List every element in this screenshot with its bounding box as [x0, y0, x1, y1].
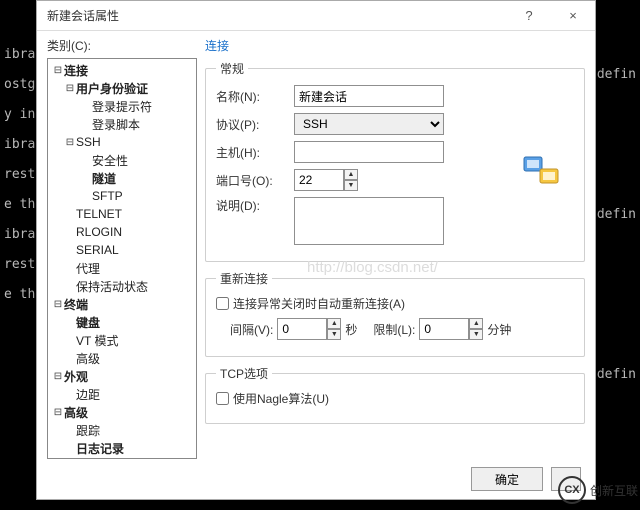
connection-icon [522, 155, 562, 187]
tree-item-label: 文件传输 [64, 458, 112, 460]
tree-twisty-icon[interactable]: ⊟ [52, 371, 64, 382]
connection-panel: 连接 常规 名称(N): 协议(P): SSH 主机(H): [205, 37, 585, 459]
nagle-label: 使用Nagle算法(U) [233, 390, 329, 407]
tree-item-label: VT 模式 [76, 332, 118, 349]
tree-item-label: TELNET [76, 207, 122, 221]
port-up-icon[interactable]: ▲ [344, 169, 358, 180]
tree-item-label: 安全性 [92, 152, 128, 169]
host-label: 主机(H): [216, 144, 294, 161]
interval-input[interactable] [277, 318, 327, 340]
tree-item-label: 登录脚本 [92, 116, 140, 133]
desc-label: 说明(D): [216, 197, 294, 214]
protocol-label: 协议(P): [216, 116, 294, 133]
tree-item[interactable]: ⊟用户身份验证 [48, 79, 196, 97]
tree-item-label: 终端 [64, 296, 88, 313]
tree-item[interactable]: ⊟高级 [48, 403, 196, 421]
tree-item[interactable]: 登录脚本 [48, 115, 196, 133]
session-properties-dialog: 新建会话属性 ? × 类别(C): ⊟连接⊟用户身份验证登录提示符登录脚本⊟SS… [36, 0, 596, 500]
general-group: 常规 名称(N): 协议(P): SSH 主机(H): 端口号(O): [205, 60, 585, 262]
tree-item[interactable]: 代理 [48, 259, 196, 277]
tree-twisty-icon[interactable]: ⊟ [64, 83, 76, 94]
brand-mark-icon: CX [558, 476, 586, 504]
tree-item[interactable]: 安全性 [48, 151, 196, 169]
tree-item-label: 代理 [76, 260, 100, 277]
tree-item[interactable]: ⊟文件传输 [48, 457, 196, 459]
auto-reconnect-label: 连接异常关闭时自动重新连接(A) [233, 295, 405, 312]
tree-item[interactable]: ⊟终端 [48, 295, 196, 313]
dialog-title: 新建会话属性 [47, 7, 507, 24]
tree-item-label: 跟踪 [76, 422, 100, 439]
tree-item[interactable]: ⊟SSH [48, 133, 196, 151]
tree-item[interactable]: 隧道 [48, 169, 196, 187]
session-name-input[interactable] [294, 85, 444, 107]
tree-item[interactable]: ⊟连接 [48, 61, 196, 79]
tree-item[interactable]: 登录提示符 [48, 97, 196, 115]
host-input[interactable] [294, 141, 444, 163]
tree-item-label: SSH [76, 135, 101, 149]
auto-reconnect-checkbox[interactable] [216, 297, 229, 310]
tree-item-label: 隧道 [92, 170, 116, 187]
brand-logo: CX 创新互联 [558, 476, 638, 504]
tree-item[interactable]: TELNET [48, 205, 196, 223]
tree-item-label: SERIAL [76, 243, 119, 257]
general-legend: 常规 [216, 60, 248, 77]
description-input[interactable] [294, 197, 444, 245]
tree-item-label: RLOGIN [76, 225, 122, 239]
tree-item-label: 日志记录 [76, 440, 124, 457]
tcp-group: TCP选项 使用Nagle算法(U) [205, 365, 585, 424]
tree-twisty-icon[interactable]: ⊟ [52, 407, 64, 418]
tree-item[interactable]: 保持活动状态 [48, 277, 196, 295]
port-input[interactable] [294, 169, 344, 191]
name-label: 名称(N): [216, 88, 294, 105]
panel-title: 连接 [205, 37, 585, 54]
tree-item-label: 高级 [76, 350, 100, 367]
close-button[interactable]: × [551, 1, 595, 31]
tree-item[interactable]: SERIAL [48, 241, 196, 259]
tree-item[interactable]: 高级 [48, 349, 196, 367]
tree-twisty-icon[interactable]: ⊟ [52, 65, 64, 76]
tree-item[interactable]: 跟踪 [48, 421, 196, 439]
reconnect-group: 重新连接 连接异常关闭时自动重新连接(A) 间隔(V): ▲▼ 秒 [205, 270, 585, 357]
unit-seconds: 秒 [345, 321, 357, 338]
tree-item-label: 高级 [64, 404, 88, 421]
port-down-icon[interactable]: ▼ [344, 180, 358, 191]
limit-input[interactable] [419, 318, 469, 340]
tree-item-label: SFTP [92, 189, 123, 203]
category-label: 类别(C): [47, 37, 197, 54]
tree-twisty-icon[interactable]: ⊟ [64, 137, 76, 148]
nagle-checkbox[interactable] [216, 392, 229, 405]
tree-item-label: 登录提示符 [92, 98, 152, 115]
interval-label: 间隔(V): [230, 321, 273, 338]
limit-spinner[interactable]: ▲▼ [419, 318, 483, 340]
tree-twisty-icon[interactable]: ⊟ [52, 299, 64, 310]
tree-item[interactable]: RLOGIN [48, 223, 196, 241]
ok-button[interactable]: 确定 [471, 467, 543, 491]
unit-minutes: 分钟 [487, 321, 511, 338]
tree-item-label: 键盘 [76, 314, 100, 331]
limit-label: 限制(L): [373, 321, 415, 338]
tree-item[interactable]: SFTP [48, 187, 196, 205]
port-spinner[interactable]: ▲▼ [294, 169, 358, 191]
tree-item[interactable]: VT 模式 [48, 331, 196, 349]
tree-item[interactable]: ⊟外观 [48, 367, 196, 385]
tree-item[interactable]: 键盘 [48, 313, 196, 331]
reconnect-legend: 重新连接 [216, 270, 272, 287]
help-button[interactable]: ? [507, 1, 551, 31]
tree-item-label: 连接 [64, 62, 88, 79]
tree-item[interactable]: 边距 [48, 385, 196, 403]
brand-text: 创新互联 [590, 482, 638, 499]
tree-item-label: 边距 [76, 386, 100, 403]
dialog-buttons: 确定 [37, 463, 595, 499]
titlebar: 新建会话属性 ? × [37, 1, 595, 31]
interval-spinner[interactable]: ▲▼ [277, 318, 341, 340]
tree-item[interactable]: 日志记录 [48, 439, 196, 457]
category-tree[interactable]: ⊟连接⊟用户身份验证登录提示符登录脚本⊟SSH安全性隧道SFTPTELNETRL… [47, 58, 197, 459]
protocol-select[interactable]: SSH [294, 113, 444, 135]
tcp-legend: TCP选项 [216, 365, 272, 382]
tree-item-label: 保持活动状态 [76, 278, 148, 295]
tree-item-label: 外观 [64, 368, 88, 385]
tree-item-label: 用户身份验证 [76, 80, 148, 97]
port-label: 端口号(O): [216, 172, 294, 189]
